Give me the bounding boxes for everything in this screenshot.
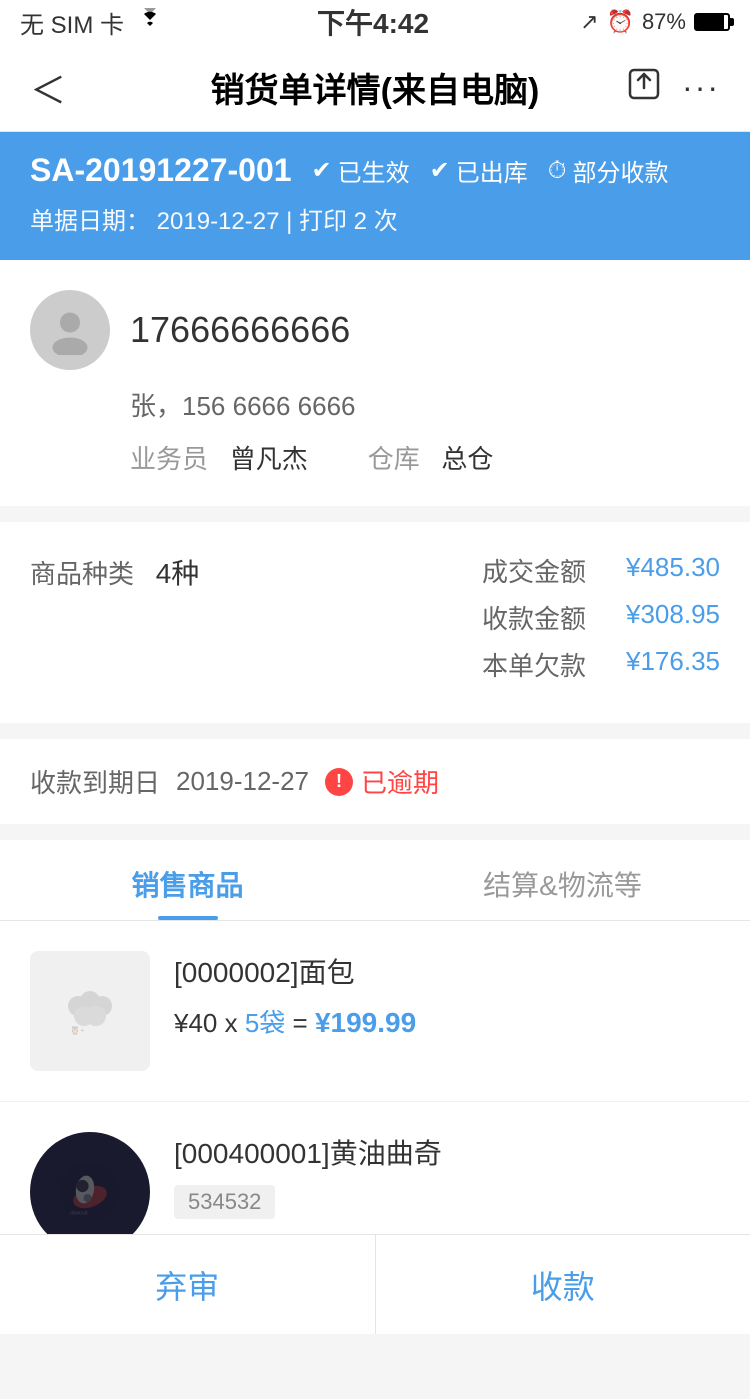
check-icon-1: ✔ [312,156,332,185]
share-icon[interactable] [626,66,662,109]
cancel-button[interactable]: 弃审 [0,1235,375,1334]
print-info: | 打印 2 次 [286,208,398,235]
amount-value: ¥485.30 [626,552,720,589]
overdue-icon: ! [325,768,353,796]
overdue-badge: ! 已逾期 [325,763,439,800]
price-unit: ¥40 x [174,1008,245,1038]
product-name: [0000002]面包 [174,951,720,991]
received-label: 收款金额 [482,599,586,636]
order-header: SA-20191227-001 ✔ 已生效 ✔ 已出库 ⏱ 部分收款 单据日期：… [0,132,750,260]
status-right: ↗ ⏰ 87% [580,9,730,35]
order-date: 2019-12-27 [157,208,280,235]
customer-row: 17666666666 [30,290,720,370]
check-icon-2: ✔ [430,156,450,185]
date-label: 单据日期： [30,208,150,235]
status-partial: ⏱ 部分收款 [548,153,669,188]
warehouse-label: 仓库 [368,444,420,474]
price-total: ¥199.99 [315,1007,416,1038]
status-bar: 无 SIM 卡 下午4:42 ↗ ⏰ 87% [0,0,750,44]
summary-amounts: 成交金额 ¥485.30 收款金额 ¥308.95 本单欠款 ¥176.35 [482,552,720,693]
carrier-text: 无 SIM 卡 [20,5,124,40]
tabs-row: 销售商品 结算&物流等 [0,840,750,921]
tab-settlement[interactable]: 结算&物流等 [375,840,750,920]
product-thumbnail: 🦉+ [30,951,150,1071]
tab-products[interactable]: 销售商品 [0,840,375,920]
more-icon[interactable]: ··· [682,69,720,106]
customer-meta: 业务员 曾凡杰 仓库 总仓 [30,439,720,476]
product-types: 商品种类 4种 [30,552,199,592]
nav-actions: ··· [626,66,720,109]
back-button[interactable]: ＜ [30,62,90,114]
product-name: [000400001]黄油曲奇 [174,1132,720,1172]
order-date-row: 单据日期： 2019-12-27 | 打印 2 次 [30,201,720,236]
customer-phone: 17666666666 [130,309,350,351]
product-item: 🦉+ [0000002]面包 ¥40 x 5袋 = ¥199.99 [0,921,750,1102]
status-shipped: ✔ 已出库 [430,153,528,188]
sales-person: 曾凡杰 [230,444,308,474]
customer-contact: 张，156 6666 6666 [30,386,720,423]
product-price: ¥40 x 5袋 = ¥199.99 [174,1003,720,1040]
svg-text:🦉+: 🦉+ [70,1026,85,1035]
bottom-bar: 弃审 收款 [0,1234,750,1334]
warehouse-value: 总仓 [441,444,493,474]
alarm-icon: ⏰ [607,9,634,35]
tabs-section: 销售商品 结算&物流等 [0,840,750,921]
page-title: 销货单详情(来自电脑) [211,63,540,112]
owed-label: 本单欠款 [482,646,586,683]
svg-text:dawoud: dawoud [70,1211,88,1217]
amount-row: 成交金额 ¥485.30 [482,552,720,589]
sales-label: 业务员 [130,444,208,474]
summary-section: 商品种类 4种 成交金额 ¥485.30 收款金额 ¥308.95 本单欠款 ¥… [0,522,750,723]
due-date: 2019-12-27 [176,766,309,797]
status-effective: ✔ 已生效 [312,153,410,188]
product-info: [0000002]面包 ¥40 x 5袋 = ¥199.99 [174,951,720,1040]
type-count: 4种 [156,558,200,589]
owed-row: 本单欠款 ¥176.35 [482,646,720,683]
due-label: 收款到期日 [30,763,160,800]
clock-icon: ⏱ [548,157,567,185]
battery-text: 87% [642,9,686,35]
battery-icon [694,13,730,31]
wifi-icon [134,8,166,37]
type-label: 商品种类 [30,559,134,589]
order-id: SA-20191227-001 [30,152,292,189]
confirm-button[interactable]: 收款 [375,1235,750,1334]
status-left: 无 SIM 卡 [20,5,166,40]
received-row: 收款金额 ¥308.95 [482,599,720,636]
avatar [30,290,110,370]
price-qty: 5袋 [245,1008,285,1038]
location-icon: ↗ [580,9,598,35]
product-sku: 534532 [174,1185,275,1219]
owed-value: ¥176.35 [626,646,720,683]
due-section: 收款到期日 2019-12-27 ! 已逾期 [0,739,750,824]
overdue-text: 已逾期 [361,763,439,800]
customer-section: 17666666666 张，156 6666 6666 业务员 曾凡杰 仓库 总… [0,260,750,506]
status-time: 下午4:42 [317,2,429,42]
price-eq: = [293,1008,315,1038]
nav-bar: ＜ 销货单详情(来自电脑) ··· [0,44,750,132]
received-value: ¥308.95 [626,599,720,636]
amount-label: 成交金额 [482,552,586,589]
